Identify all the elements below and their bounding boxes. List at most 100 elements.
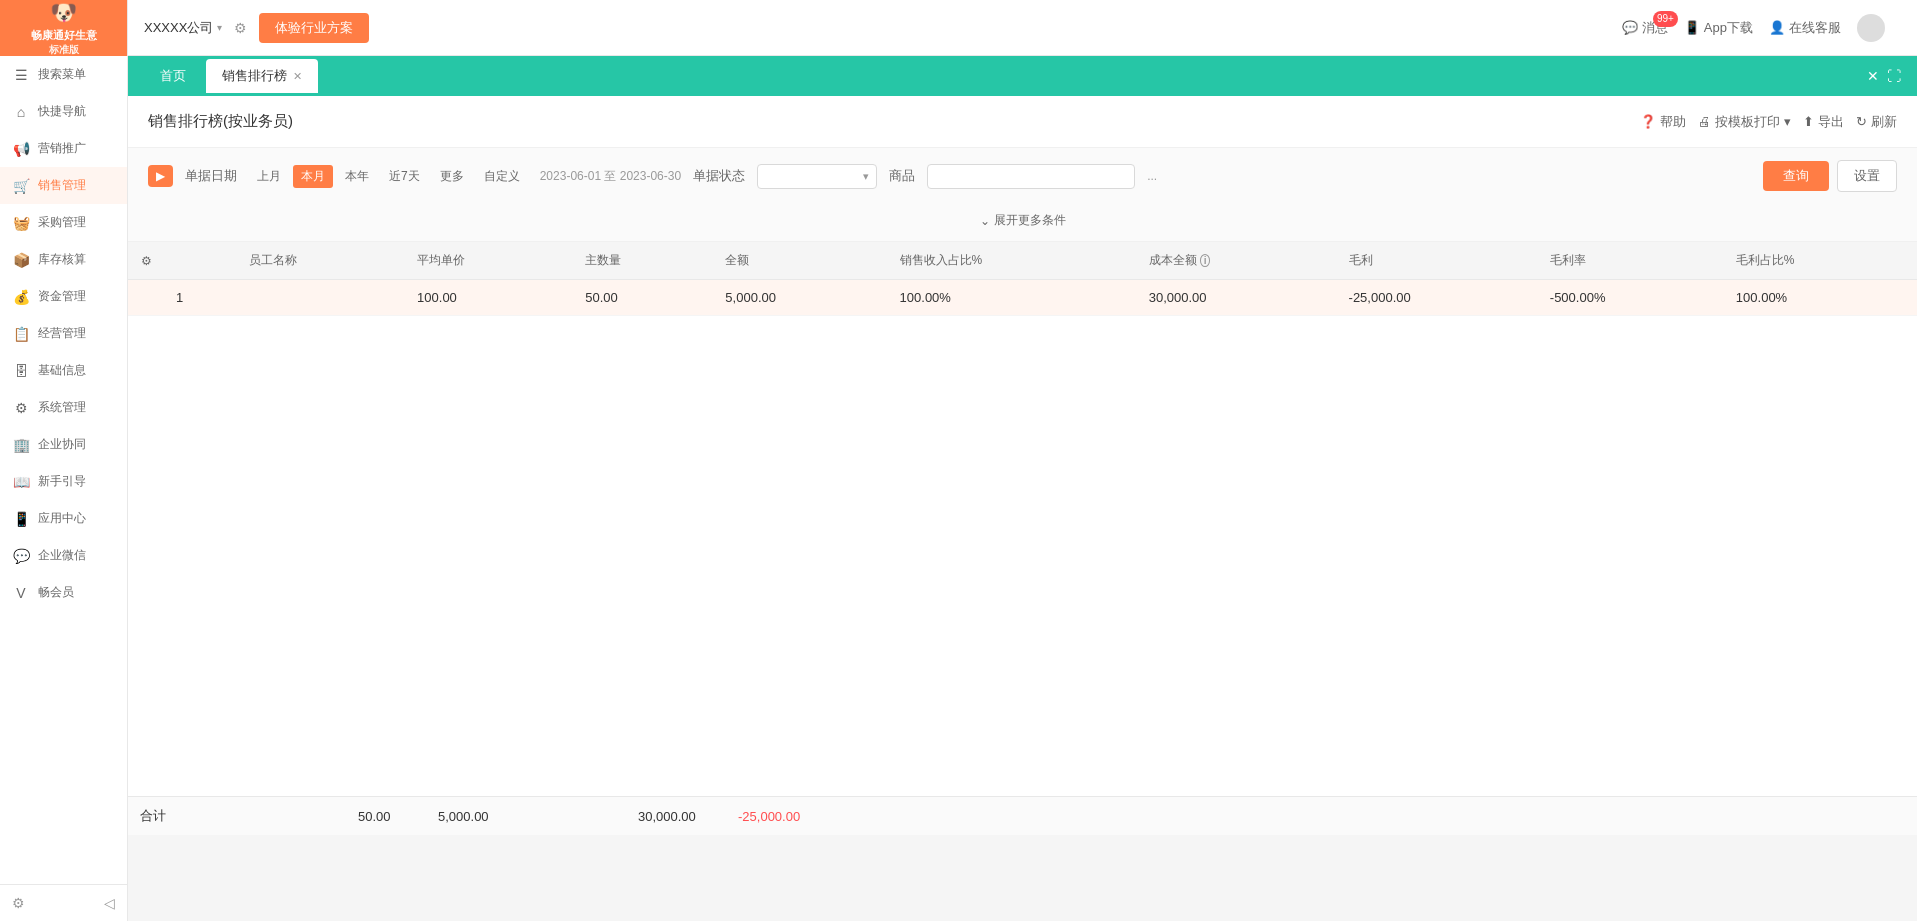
header-settings-icon[interactable]: ⚙ (234, 20, 247, 36)
total-main-qty: 50.00 (358, 809, 438, 824)
refresh-btn[interactable]: ↻ 刷新 (1856, 113, 1897, 131)
logo-icon: 🐶 (50, 0, 77, 26)
logo-sub: 标准版 (49, 43, 79, 57)
print-label: 按模板打印 (1715, 113, 1780, 131)
sidebar-item-shortcut[interactable]: ⌂ 快捷导航 (0, 93, 127, 130)
col-header-profit-rate: 毛利率 (1538, 242, 1724, 280)
col-header-name: 员工名称 (237, 242, 405, 280)
sidebar-item-search[interactable]: ☰ 搜索菜单 (0, 56, 127, 93)
page-title: 销售排行榜(按业务员) (148, 112, 293, 131)
wechat-icon: 💬 (12, 548, 30, 564)
avatar[interactable] (1857, 14, 1885, 42)
sidebar-item-member[interactable]: V 畅会员 (0, 574, 127, 611)
service-label: 在线客服 (1789, 19, 1841, 37)
col-header-profit-pct: 毛利占比% (1724, 242, 1917, 280)
sidebar-item-label: 企业协同 (38, 436, 86, 453)
tab-sales-rank[interactable]: 销售排行榜 ✕ (206, 59, 318, 93)
experience-btn[interactable]: 体验行业方案 (259, 13, 369, 43)
filter-tab-last-month[interactable]: 上月 (249, 165, 289, 188)
filter-tab-this-year[interactable]: 本年 (337, 165, 377, 188)
export-btn[interactable]: ⬆ 导出 (1803, 113, 1844, 131)
col-header-cost: 成本全额 i (1137, 242, 1337, 280)
sidebar-item-basic[interactable]: 🗄 基础信息 (0, 352, 127, 389)
col-header-main-qty: 主数量 (573, 242, 713, 280)
page-actions: ❓ 帮助 🖨 按模板打印 ▾ ⬆ 导出 ↻ 刷新 (1640, 113, 1897, 131)
app-download-btn[interactable]: 📱 App下载 (1684, 19, 1753, 37)
close-all-icon[interactable]: ✕ (1867, 68, 1879, 84)
filter-tab-7days[interactable]: 近7天 (381, 165, 428, 188)
online-service-btn[interactable]: 👤 在线客服 (1769, 19, 1841, 37)
sidebar-item-label: 系统管理 (38, 399, 86, 416)
export-label: 导出 (1818, 113, 1844, 131)
message-icon: 💬 (1622, 20, 1638, 35)
app-download-icon: 📱 (1684, 20, 1700, 35)
header-right: 💬 消息 99+ 📱 App下载 👤 在线客服 (1622, 14, 1901, 42)
filter-tab-custom[interactable]: 自定义 (476, 165, 528, 188)
table-empty-space (128, 316, 1917, 796)
total-label: 合计 (140, 807, 258, 825)
cell-sales-pct: 100.00% (888, 280, 1137, 316)
table-settings-btn[interactable]: 设置 (1837, 160, 1897, 192)
sidebar-item-wechat[interactable]: 💬 企业微信 (0, 537, 127, 574)
filter-tab-more[interactable]: 更多 (432, 165, 472, 188)
cell-rank: 1 (164, 280, 237, 316)
total-cost: 30,000.00 (638, 809, 738, 824)
sidebar-item-enterprise[interactable]: 🏢 企业协同 (0, 426, 127, 463)
filter-toggle-btn[interactable]: ▶ (148, 165, 173, 187)
query-btn[interactable]: 查询 (1763, 161, 1829, 191)
date-filter-label: 单据日期 (185, 167, 237, 185)
col-header-settings[interactable]: ⚙ (128, 242, 164, 280)
sidebar-item-sales[interactable]: 🛒 销售管理 (0, 167, 127, 204)
goods-input[interactable] (927, 164, 1135, 189)
basic-icon: 🗄 (12, 363, 30, 379)
guide-icon: 📖 (12, 474, 30, 490)
expand-row: ⌄ 展开更多条件 (148, 208, 1897, 229)
cell-main-qty: 50.00 (573, 280, 713, 316)
purchase-icon: 🧺 (12, 215, 30, 231)
tab-close-icon[interactable]: ✕ (293, 70, 302, 83)
collapse-icon[interactable]: ◁ (104, 895, 115, 911)
operation-icon: 📋 (12, 326, 30, 342)
status-select[interactable] (757, 164, 877, 189)
sidebar-item-label: 快捷导航 (38, 103, 86, 120)
sidebar-item-system[interactable]: ⚙ 系统管理 (0, 389, 127, 426)
settings-footer-icon[interactable]: ⚙ (12, 895, 25, 911)
cell-name (237, 280, 405, 316)
expand-more-btn[interactable]: ⌄ 展开更多条件 (980, 212, 1066, 229)
tab-bar-actions: ✕ ⛶ (1867, 68, 1901, 84)
filter-tab-this-month[interactable]: 本月 (293, 165, 333, 188)
print-chevron-icon: ▾ (1784, 114, 1791, 129)
company-selector[interactable]: XXXXX公司 ▾ (144, 19, 222, 37)
finance-icon: 💰 (12, 289, 30, 305)
help-btn[interactable]: ❓ 帮助 (1640, 113, 1686, 131)
member-icon: V (12, 585, 30, 601)
sidebar-item-apps[interactable]: 📱 应用中心 (0, 500, 127, 537)
main-content: 首页 销售排行榜 ✕ ✕ ⛶ 销售排行榜(按业务员) ❓ 帮助 🖨 按模板打印 (128, 56, 1917, 835)
company-name: XXXXX公司 (144, 19, 213, 37)
col-header-rank (164, 242, 237, 280)
sidebar-item-inventory[interactable]: 📦 库存核算 (0, 241, 127, 278)
sidebar-item-finance[interactable]: 💰 资金管理 (0, 278, 127, 315)
maximize-icon[interactable]: ⛶ (1887, 68, 1901, 84)
sidebar-item-label: 基础信息 (38, 362, 86, 379)
inventory-icon: 📦 (12, 252, 30, 268)
goods-more-link[interactable]: ... (1147, 169, 1157, 183)
expand-chevron-icon: ⌄ (980, 214, 990, 228)
sidebar-item-marketing[interactable]: 📢 营销推广 (0, 130, 127, 167)
cell-amount: 5,000.00 (713, 280, 887, 316)
refresh-label: 刷新 (1871, 113, 1897, 131)
message-btn[interactable]: 💬 消息 99+ (1622, 19, 1668, 37)
refresh-icon: ↻ (1856, 114, 1867, 129)
tab-home-label: 首页 (160, 67, 186, 85)
print-btn[interactable]: 🖨 按模板打印 ▾ (1698, 113, 1791, 131)
col-header-amount: 全额 (713, 242, 887, 280)
tab-home[interactable]: 首页 (144, 59, 202, 93)
sidebar-item-label: 搜索菜单 (38, 66, 86, 83)
sidebar-item-guide[interactable]: 📖 新手引导 (0, 463, 127, 500)
sidebar-item-operation[interactable]: 📋 经营管理 (0, 315, 127, 352)
sidebar-item-purchase[interactable]: 🧺 采购管理 (0, 204, 127, 241)
page-header: 销售排行榜(按业务员) ❓ 帮助 🖨 按模板打印 ▾ ⬆ 导出 ↻ 刷新 (128, 96, 1917, 148)
sidebar-item-label: 销售管理 (38, 177, 86, 194)
col-header-sales-pct: 销售收入占比% (888, 242, 1137, 280)
col-header-profit: 毛利 (1337, 242, 1538, 280)
